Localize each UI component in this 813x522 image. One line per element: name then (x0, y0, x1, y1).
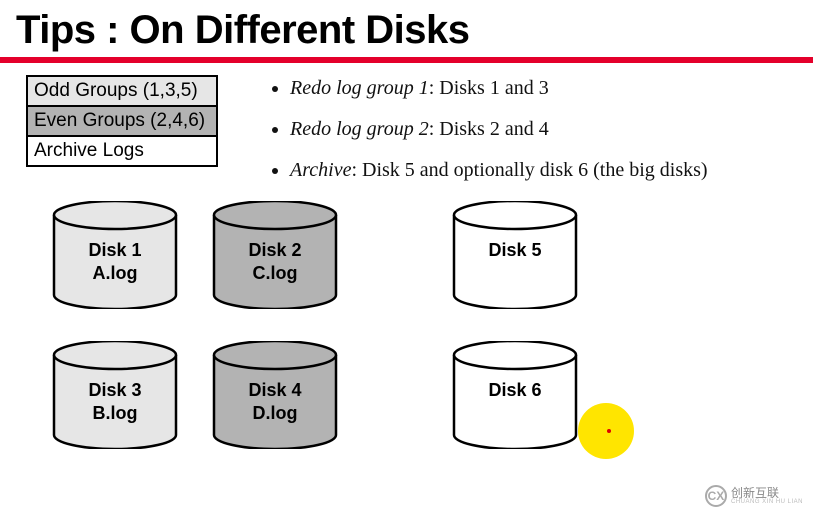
bullet-em: Redo log group 1 (290, 77, 429, 99)
disk-name: Disk 5 (452, 239, 578, 262)
disk-name: Disk 6 (452, 379, 578, 402)
bullet-rest: : Disks 2 and 4 (429, 118, 549, 140)
disk2-label: Disk 2C.log (212, 239, 338, 286)
watermark-sub: CHUANG XIN HU LIAN (731, 499, 803, 505)
slide-title: Tips : On Different Disks (0, 0, 813, 57)
disk3-cylinder: Disk 3B.log (52, 341, 178, 449)
disk-file: A.log (52, 262, 178, 285)
legend-even-groups: Even Groups (2,4,6) (28, 107, 216, 137)
disk4-cylinder: Disk 4D.log (212, 341, 338, 449)
disk2-cylinder: Disk 2C.log (212, 201, 338, 309)
legend-box: Odd Groups (1,3,5) Even Groups (2,4,6) A… (26, 75, 218, 167)
disk-name: Disk 2 (212, 239, 338, 262)
bullet-item: Redo log group 1: Disks 1 and 3 (290, 77, 798, 100)
watermark: CX 创新互联 CHUANG XIN HU LIAN (705, 485, 803, 507)
watermark-text: 创新互联 (731, 487, 803, 499)
legend-odd-groups: Odd Groups (1,3,5) (28, 77, 216, 107)
bullet-list: Redo log group 1: Disks 1 and 3 Redo log… (268, 77, 798, 200)
disk1-cylinder: Disk 1A.log (52, 201, 178, 309)
bullet-rest: : Disk 5 and optionally disk 6 (the big … (351, 159, 707, 181)
disk1-label: Disk 1A.log (52, 239, 178, 286)
disk-file: D.log (212, 402, 338, 425)
bullet-item: Redo log group 2: Disks 2 and 4 (290, 118, 798, 141)
disk5-cylinder: Disk 5 (452, 201, 578, 309)
bullet-rest: : Disks 1 and 3 (429, 77, 549, 99)
disk-file: B.log (52, 402, 178, 425)
disk6-cylinder: Disk 6 (452, 341, 578, 449)
disk-file: C.log (212, 262, 338, 285)
bullet-em: Redo log group 2 (290, 118, 429, 140)
disk-name: Disk 1 (52, 239, 178, 262)
disk-name: Disk 4 (212, 379, 338, 402)
legend-archive: Archive Logs (28, 137, 216, 165)
disk-name: Disk 3 (52, 379, 178, 402)
watermark-logo-icon: CX (705, 485, 727, 507)
content-area: Odd Groups (1,3,5) Even Groups (2,4,6) A… (0, 63, 813, 515)
disk5-label: Disk 5 (452, 239, 578, 262)
bullet-em: Archive (290, 159, 351, 181)
bullet-item: Archive: Disk 5 and optionally disk 6 (t… (290, 159, 798, 182)
disk3-label: Disk 3B.log (52, 379, 178, 426)
disk4-label: Disk 4D.log (212, 379, 338, 426)
laser-pointer-icon (578, 403, 634, 459)
disk6-label: Disk 6 (452, 379, 578, 402)
